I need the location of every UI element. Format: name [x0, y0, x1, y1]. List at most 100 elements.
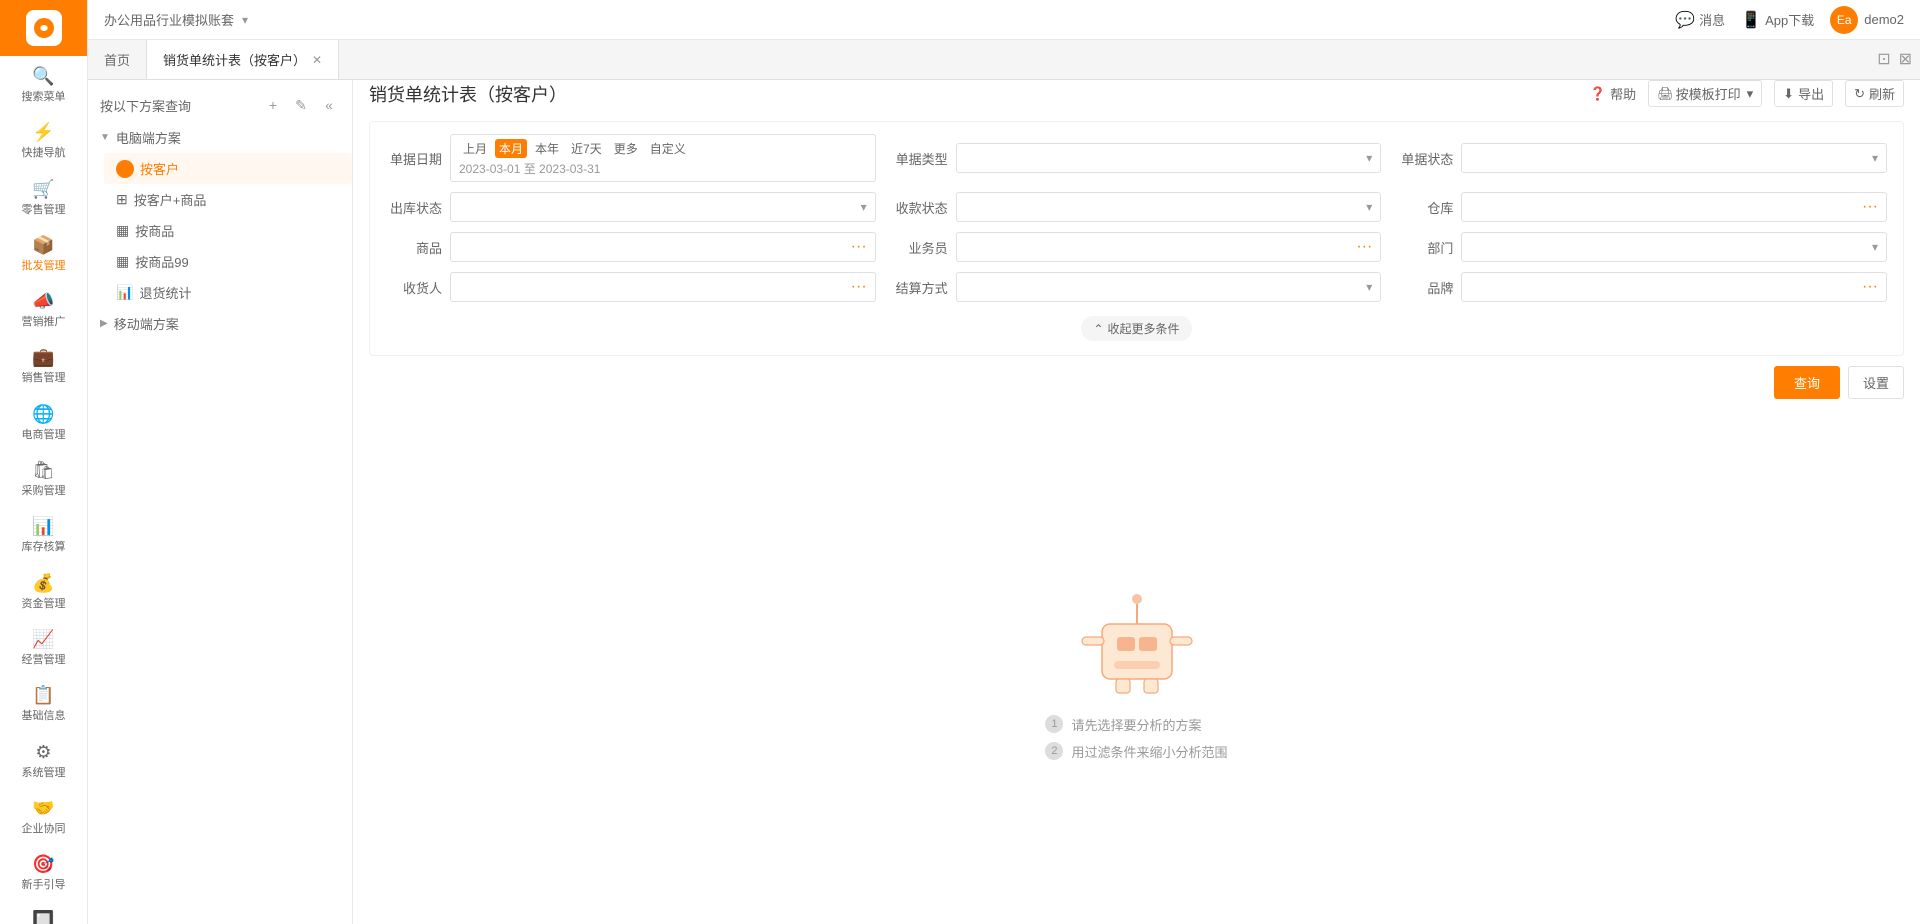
sidebar-item-basic-info[interactable]: 📋 基础信息 — [0, 675, 87, 731]
mobile-scheme-label[interactable]: ▶ 移动端方案 — [88, 308, 352, 339]
header-dropdown-icon[interactable]: ▾ — [242, 13, 248, 27]
header-title: 办公用品行业模拟账套 — [104, 10, 234, 29]
sidebar-item-operations[interactable]: 📈 经营管理 — [0, 619, 87, 675]
collapse-row: ⌃ 收起更多条件 — [386, 312, 1887, 343]
brand-control[interactable]: ··· — [1461, 272, 1887, 302]
return-stat-label: 退货统计 — [139, 283, 191, 302]
header-left: 办公用品行业模拟账套 ▾ — [104, 10, 248, 29]
content-area: 按以下方案查询 + ✎ « ▼ 电脑端方案 按客户 — [88, 80, 1920, 924]
page-actions: ❓ 帮助 🖨 按模板打印 ▾ ⬇ 导出 ↻ 刷新 — [1590, 80, 1904, 107]
refresh-btn[interactable]: ↻ 刷新 — [1845, 80, 1904, 107]
settle-chevron: ▾ — [1366, 280, 1372, 294]
pay-status-control[interactable]: ▾ — [956, 192, 1382, 222]
staff-control[interactable]: ··· — [956, 232, 1382, 262]
date-tab-this-year[interactable]: 本年 — [531, 139, 563, 158]
edit-scheme-btn[interactable]: ✎ — [290, 94, 312, 116]
print-btn[interactable]: 🖨 按模板打印 ▾ — [1648, 80, 1762, 107]
out-status-control[interactable]: ▾ — [450, 192, 876, 222]
pc-scheme-label[interactable]: ▼ 电脑端方案 — [88, 122, 352, 153]
tree-item-return-stat[interactable]: 📊 退货统计 — [104, 277, 352, 308]
hint-num-1: 1 — [1045, 715, 1063, 733]
sidebar-item-guide[interactable]: 🎯 新手引导 — [0, 844, 87, 900]
tab-maximize-btn[interactable]: ⊠ — [1899, 52, 1912, 68]
sidebar-item-purchase[interactable]: 🛍 采购管理 — [0, 450, 87, 506]
bill-status-control[interactable]: ▾ — [1461, 143, 1887, 173]
tab-home-label: 首页 — [104, 50, 130, 69]
sidebar-item-label-12: 基础信息 — [22, 709, 66, 723]
tree-item-product-99[interactable]: ▦ 按商品99 — [104, 246, 352, 277]
sidebar-item-search-menu[interactable]: 🔍 搜索菜单 — [0, 56, 87, 112]
filter-row-3: 商品 ··· 业务员 ··· 部门 — [386, 232, 1887, 262]
staff-dots: ··· — [1356, 238, 1372, 256]
app-download-btn[interactable]: 📱 App下载 — [1741, 10, 1814, 30]
tab-sales-stat[interactable]: 销货单统计表（按客户） ✕ — [147, 40, 339, 79]
query-button[interactable]: 查询 — [1774, 366, 1840, 399]
add-scheme-btn[interactable]: + — [262, 94, 284, 116]
quick-nav-icon: ⚡ — [32, 122, 54, 143]
export-btn[interactable]: ⬇ 导出 — [1774, 80, 1833, 107]
mobile-scheme-arrow: ▶ — [100, 318, 108, 329]
tab-sales-stat-label: 销货单统计表（按客户） — [163, 50, 306, 69]
tree-item-customer-product[interactable]: ⊞ 按客户+商品 — [104, 184, 352, 215]
sidebar-item-marketing[interactable]: 📣 营销推广 — [0, 281, 87, 337]
sidebar-item-wholesale[interactable]: 📦 批发管理 — [0, 225, 87, 281]
finance-icon: 💰 — [32, 573, 54, 594]
sidebar-item-finance[interactable]: 💰 资金管理 — [0, 563, 87, 619]
sidebar-item-label-15: 新手引导 — [22, 878, 66, 892]
settle-control[interactable]: ▾ — [956, 272, 1382, 302]
right-panel: 销货单统计表（按客户） ❓ 帮助 🖨 按模板打印 ▾ ⬇ 导出 — [353, 80, 1920, 924]
sidebar-item-ecommerce[interactable]: 🌐 电商管理 — [0, 394, 87, 450]
sidebar-item-quick-nav[interactable]: ⚡ 快捷导航 — [0, 112, 87, 168]
collapse-panel-btn[interactable]: « — [318, 94, 340, 116]
user-avatar: Ea — [1830, 6, 1858, 34]
collapse-btn[interactable]: ⌃ 收起更多条件 — [1081, 316, 1191, 341]
date-tab-last-month[interactable]: 上月 — [459, 139, 491, 158]
help-btn[interactable]: ❓ 帮助 — [1590, 84, 1636, 103]
filter-out-status-item: 出库状态 ▾ — [386, 192, 876, 222]
sidebar-item-inventory[interactable]: 📊 库存核算 — [0, 506, 87, 562]
tab-home[interactable]: 首页 — [88, 40, 147, 79]
sidebar-logo — [0, 0, 87, 56]
sidebar-item-system[interactable]: ⚙ 系统管理 — [0, 732, 87, 788]
product-99-icon: ▦ — [116, 253, 129, 270]
setting-button[interactable]: 设置 — [1848, 366, 1904, 399]
page-title-bar: 销货单统计表（按客户） ❓ 帮助 🖨 按模板打印 ▾ ⬇ 导出 — [369, 80, 1904, 107]
message-btn[interactable]: 💬 消息 — [1675, 10, 1725, 30]
dept-control[interactable]: ▾ — [1461, 232, 1887, 262]
filter-brand-item: 品牌 ··· — [1397, 272, 1887, 302]
warehouse-control[interactable]: ··· — [1461, 192, 1887, 222]
customer-product-label: 按客户+商品 — [134, 190, 207, 209]
collapse-label: 收起更多条件 — [1108, 320, 1180, 337]
tab-restore-btn[interactable]: ⊡ — [1877, 52, 1890, 68]
empty-hints: 1 请先选择要分析的方案 2 用过滤条件来缩小分析范围 — [1045, 715, 1227, 761]
date-tab-this-month[interactable]: 本月 — [495, 139, 527, 158]
date-tab-more[interactable]: 更多 — [610, 139, 642, 158]
refresh-icon: ↻ — [1854, 86, 1865, 102]
receiver-dots: ··· — [851, 278, 867, 296]
bill-type-control[interactable]: ▾ — [956, 143, 1382, 173]
inventory-icon: 📊 — [32, 516, 54, 537]
date-tab-7days[interactable]: 近7天 — [567, 139, 606, 158]
tree-item-by-customer[interactable]: 按客户 — [104, 153, 352, 184]
print-dropdown-arrow: ▾ — [1747, 86, 1754, 102]
action-buttons-row: 查询 设置 — [369, 356, 1904, 405]
brand-dots: ··· — [1862, 278, 1878, 296]
out-status-chevron: ▾ — [861, 200, 867, 214]
sidebar-item-sales[interactable]: 💼 销售管理 — [0, 337, 87, 393]
message-icon: 💬 — [1675, 10, 1695, 30]
customer-product-icon: ⊞ — [116, 191, 128, 208]
product-control[interactable]: ··· — [450, 232, 876, 262]
by-product-label: 按商品 — [135, 221, 174, 240]
date-filter-control[interactable]: 上月 本月 本年 近7天 更多 自定义 2023-03-01 至 2023-03… — [450, 134, 876, 182]
sidebar-item-enterprise[interactable]: 🤝 企业协同 — [0, 788, 87, 844]
tab-close-icon[interactable]: ✕ — [312, 53, 322, 67]
user-profile[interactable]: Ea demo2 — [1830, 6, 1904, 34]
sidebar-item-app-center[interactable]: 🔲 应用中心 — [0, 900, 87, 924]
date-tab-custom[interactable]: 自定义 — [646, 139, 690, 158]
sidebar-item-label-2: 快捷导航 — [22, 146, 66, 160]
tree-item-by-product[interactable]: ▦ 按商品 — [104, 215, 352, 246]
receiver-control[interactable]: ··· — [450, 272, 876, 302]
product-dots: ··· — [851, 238, 867, 256]
sidebar-item-retail[interactable]: 🛒 零售管理 — [0, 169, 87, 225]
pay-status-label: 收款状态 — [892, 198, 948, 217]
